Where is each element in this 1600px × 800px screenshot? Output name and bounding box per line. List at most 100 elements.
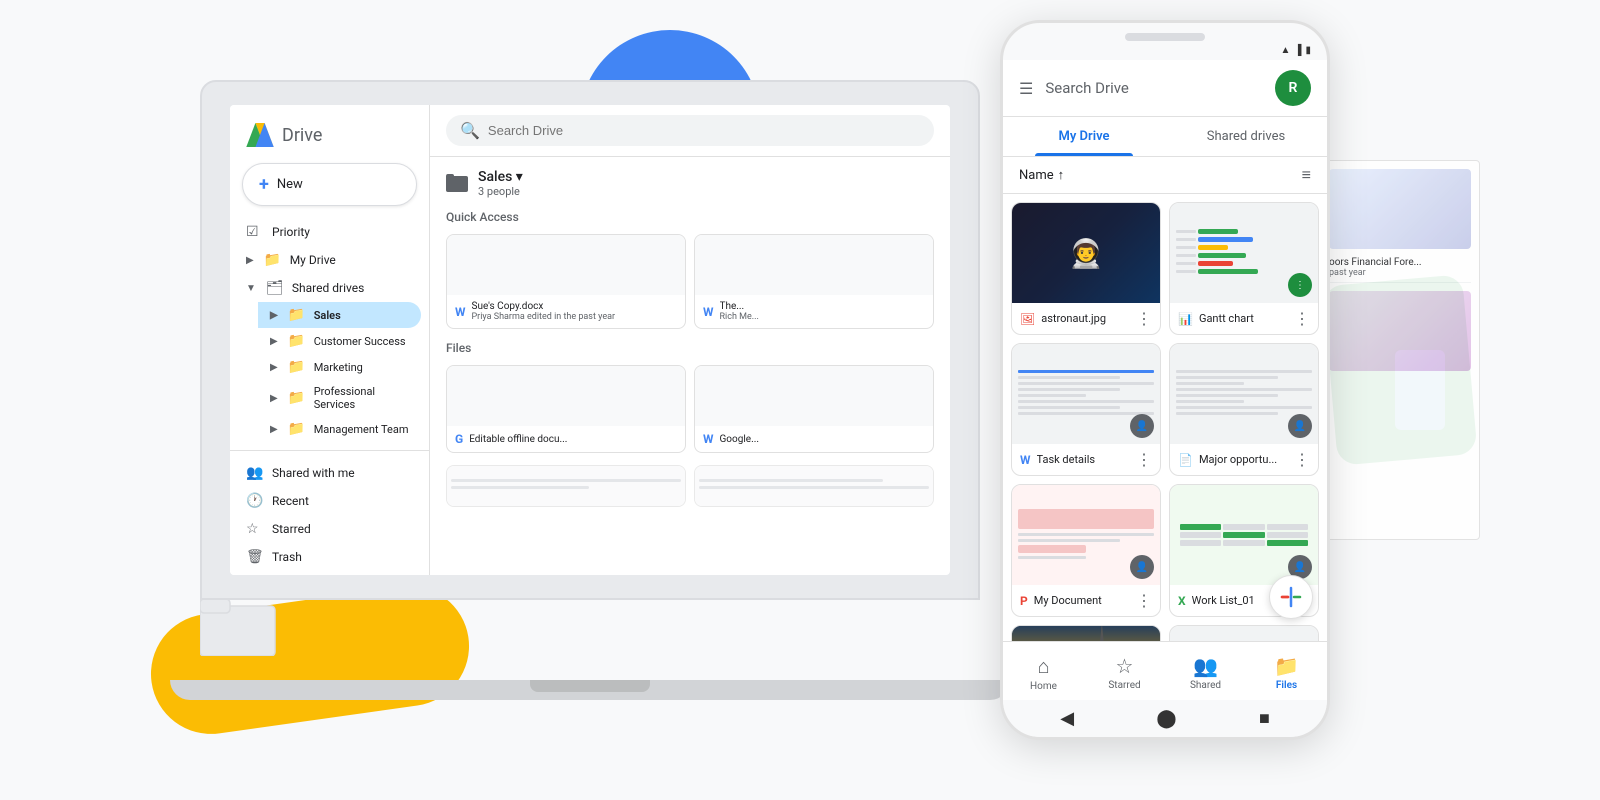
expand-shared-icon: ▼ <box>246 283 256 294</box>
shared-nav-icon: 👥 <box>1193 654 1218 678</box>
shared-nav-label: Shared <box>1190 680 1221 691</box>
recents-button[interactable]: ■ <box>1259 708 1270 729</box>
sheets-icon-worklist: X <box>1178 594 1186 608</box>
major-opportu-file-info: 📄 Major opportu... ⋮ <box>1170 444 1318 475</box>
task-details-file-info: W Task details ⋮ <box>1012 444 1160 475</box>
my-document-preview: 👤 <box>1012 485 1160 585</box>
file-card-google[interactable]: W Google... <box>694 365 934 453</box>
docs-icon-task: W <box>1020 453 1031 467</box>
mt-expand-icon: ▶ <box>270 424 278 435</box>
phone-file-card-placeholder[interactable] <box>1169 625 1319 641</box>
back-button[interactable]: ◀ <box>1060 708 1074 729</box>
sidebar-item-shared-drives[interactable]: ▼ 🗂 Shared drives <box>230 274 421 302</box>
hamburger-menu-icon[interactable]: ☰ <box>1019 79 1033 98</box>
right-file-preview-1 <box>1329 169 1471 249</box>
quick-access-label: Quick Access <box>446 210 934 224</box>
the-subtitle: Rich Me... <box>720 312 759 322</box>
file-card-editable[interactable]: G Editable offline docu... <box>446 365 686 453</box>
ps-expand-icon: ▶ <box>270 393 278 404</box>
sidebar-item-management-team[interactable]: ▶ 📁 Management Team <box>258 416 421 442</box>
phone-file-card-gantt[interactable]: ⋮ 📊 Gantt chart ⋮ <box>1169 202 1319 335</box>
phone-file-card-task-details[interactable]: 👤 W Task details ⋮ <box>1011 343 1161 476</box>
bottom-nav-home[interactable]: ⌂ Home <box>1003 650 1084 696</box>
drive-logo-icon <box>246 123 274 147</box>
signal-icon: ▐ <box>1294 45 1301 56</box>
file-card-extra1[interactable] <box>446 465 686 507</box>
cs-expand-icon: ▶ <box>270 336 278 347</box>
file-card-the[interactable]: W The... Rich Me... <box>694 234 934 329</box>
major-user-avatar: 👤 <box>1288 414 1312 438</box>
folder-title: Sales ▾ <box>478 169 523 185</box>
ps-folder-icon: 📁 <box>288 390 304 406</box>
my-document-filename: My Document <box>1034 594 1130 607</box>
placeholder-preview <box>1170 626 1318 641</box>
phone-file-card-next-tokyo[interactable]: Next Tokyo... <box>1011 625 1161 641</box>
sidebar-item-trash[interactable]: 🗑 Trash <box>230 543 421 571</box>
astronaut-image: 👨‍🚀 <box>1012 203 1160 303</box>
fab-add-button[interactable] <box>1269 575 1313 619</box>
list-view-icon[interactable]: ≡ <box>1302 165 1311 185</box>
sidebar-item-starred[interactable]: ☆ Starred <box>230 515 421 543</box>
home-button[interactable]: ⬤ <box>1156 708 1176 729</box>
search-input[interactable] <box>488 123 920 138</box>
gantt-menu-icon[interactable]: ⋮ <box>1294 309 1310 328</box>
phone-file-card-astronaut[interactable]: 👨‍🚀 🖼 astronaut.jpg ⋮ <box>1011 202 1161 335</box>
phone-search-text[interactable]: Search Drive <box>1045 79 1263 97</box>
my-doc-menu-icon[interactable]: ⋮ <box>1136 591 1152 610</box>
word-doc-icon-2: W <box>703 305 714 319</box>
bottom-nav-files[interactable]: 📁 Files <box>1246 650 1327 696</box>
sidebar-item-marketing[interactable]: ▶ 📁 Marketing <box>258 354 421 380</box>
my-document-file-info: P My Document ⋮ <box>1012 585 1160 616</box>
drive-search-header: 🔍 <box>430 105 950 157</box>
sidebar-item-sales[interactable]: ▶ 📁 Sales <box>258 302 421 328</box>
file-preview-editable <box>447 366 685 426</box>
sidebar-item-my-drive[interactable]: ▶ 📁 My Drive <box>230 246 421 274</box>
tab-shared-drives[interactable]: Shared drives <box>1165 117 1327 156</box>
laptop-base <box>170 680 1010 700</box>
major-menu-icon[interactable]: ⋮ <box>1294 450 1310 469</box>
tokyo-preview-container: Next Tokyo... <box>1012 626 1160 641</box>
sidebar-item-shared-with-me[interactable]: 👥 Shared with me <box>230 459 421 487</box>
new-button[interactable]: + New <box>242 163 417 206</box>
phone-file-card-major-opportu[interactable]: 👤 📄 Major opportu... ⋮ <box>1169 343 1319 476</box>
file-info-sues: W Sue's Copy.docx Priya Sharma edited in… <box>447 295 685 328</box>
file-card-sues-copy[interactable]: W Sue's Copy.docx Priya Sharma edited in… <box>446 234 686 329</box>
phone-notch <box>1125 33 1205 41</box>
management-team-label: Management Team <box>314 423 409 436</box>
sidebar-item-professional-services[interactable]: ▶ 📁 Professional Services <box>258 380 421 416</box>
sidebar-item-priority[interactable]: ☑ Priority <box>230 218 421 246</box>
sidebar-item-recent[interactable]: 🕐 Recent <box>230 487 421 515</box>
files-nav-label: Files <box>1276 680 1297 691</box>
sidebar-item-customer-success[interactable]: ▶ 📁 Customer Success <box>258 328 421 354</box>
sales-folder-icon: 📁 <box>288 307 304 323</box>
task-menu-icon[interactable]: ⋮ <box>1136 450 1152 469</box>
tab-my-drive[interactable]: My Drive <box>1003 117 1165 156</box>
phone-tabs: My Drive Shared drives <box>1003 117 1327 157</box>
bottom-nav-starred[interactable]: ☆ Starred <box>1084 650 1165 696</box>
gantt-more-overlay: ⋮ <box>1288 273 1312 297</box>
search-bar[interactable]: 🔍 <box>446 115 934 146</box>
laptop-device: Drive + New ☑ Priority ▶ 📁 My Drive <box>200 80 980 700</box>
astronaut-file-info: 🖼 astronaut.jpg ⋮ <box>1012 303 1160 334</box>
file-info-the: W The... Rich Me... <box>695 295 933 328</box>
shared-with-me-label: Shared with me <box>272 466 355 480</box>
laptop-screen-body: Drive + New ☑ Priority ▶ 📁 My Drive <box>200 80 980 600</box>
trash-label: Trash <box>272 550 302 564</box>
shared-drives-subitems: ▶ 📁 Sales ▶ 📁 Customer Success ▶ 📁 <box>230 302 429 442</box>
sort-by-name[interactable]: Name ↑ <box>1019 167 1064 183</box>
recent-label: Recent <box>272 494 309 508</box>
major-opportu-filename: Major opportu... <box>1199 453 1288 466</box>
fab-plus-icon <box>1277 583 1305 611</box>
file-card-extra2[interactable] <box>694 465 934 507</box>
major-opportu-preview: 👤 <box>1170 344 1318 444</box>
phone-file-card-my-document[interactable]: 👤 P My Document ⋮ <box>1011 484 1161 617</box>
file-info-google: W Google... <box>695 426 933 452</box>
file-preview-the <box>695 235 933 295</box>
user-avatar[interactable]: R <box>1275 70 1311 106</box>
gantt-filename: Gantt chart <box>1199 312 1288 325</box>
prof-services-label: Professional Services <box>314 385 409 411</box>
astronaut-menu-icon[interactable]: ⋮ <box>1136 309 1152 328</box>
file-info-editable: G Editable offline docu... <box>447 426 685 452</box>
right-panel: oors Financial Fore... past year <box>1320 160 1480 540</box>
bottom-nav-shared[interactable]: 👥 Shared <box>1165 650 1246 696</box>
